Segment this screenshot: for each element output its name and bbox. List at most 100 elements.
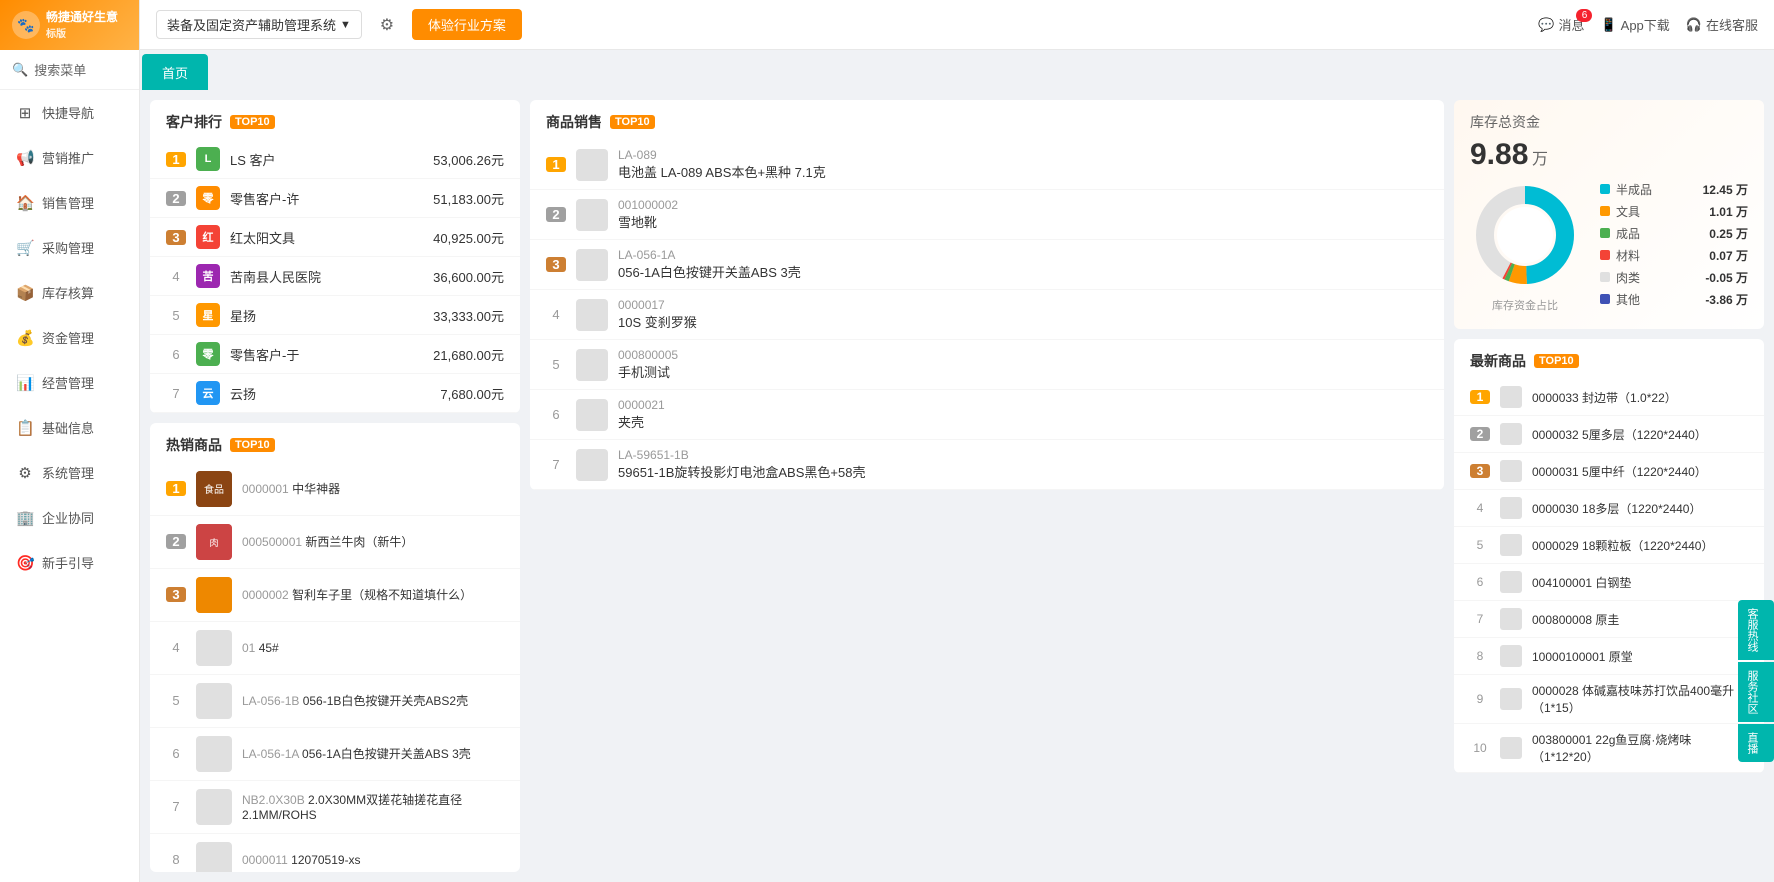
inventory-card: 库存总资金 9.88 万: [1454, 100, 1764, 329]
hot-products-list: 1 食品 0000001 中华神器 2 肉 000500001 新西兰牛肉（新牛…: [150, 463, 520, 872]
hot-rank-5: 5: [166, 693, 186, 708]
latest-product-item-1: 1 0000033 封边带（1.0*22）: [1454, 379, 1764, 416]
sidebar-item-guide[interactable]: 🎯 新手引导: [0, 540, 139, 585]
float-buttons: 客服热线 服务社区 直播: [1738, 600, 1774, 762]
rank-num-1: 1: [166, 152, 186, 167]
customer-name-5: 星扬: [230, 306, 423, 325]
customer-rank-item: 3 红 红太阳文具 40,925.00元: [150, 218, 520, 257]
legend-dot-6: [1600, 294, 1610, 304]
hot-product-code-7: NB2.0X30B 2.0X30MM双搓花轴搓花直径2.1MM/ROHS: [242, 791, 504, 822]
hot-product-img-2: 肉: [196, 524, 232, 560]
hot-product-img-5: [196, 683, 232, 719]
legend-val-6: -3.86 万: [1705, 291, 1748, 308]
latest-product-icon-6: [1500, 571, 1522, 593]
latest-product-text-4: 0000030 18多层（1220*2440）: [1532, 500, 1748, 517]
latest-product-icon-10: [1500, 737, 1522, 759]
system-title-text: 装备及固定资产辅助管理系统: [167, 15, 336, 34]
latest-rank-6: 6: [1470, 575, 1490, 589]
hot-product-code-8: 0000011 12070519-xs: [242, 853, 504, 867]
latest-product-text-5: 0000029 18颗粒板（1220*2440）: [1532, 537, 1748, 554]
customer-rank-item: 6 零 零售客户-于 21,680.00元: [150, 335, 520, 374]
product-name-1: 电池盖 LA-089 ABS本色+黑种 7.1克: [618, 162, 1428, 181]
latest-rank-8: 8: [1470, 649, 1490, 663]
system-title-dropdown[interactable]: 装备及固定资产辅助管理系统 ▼: [156, 10, 362, 39]
product-code-5: 000800005: [618, 348, 1428, 362]
sidebar-item-finance[interactable]: 💰 资金管理: [0, 315, 139, 360]
message-action[interactable]: 💬 消息 6: [1538, 15, 1584, 34]
sidebar-item-base-info[interactable]: 📋 基础信息: [0, 405, 139, 450]
app-download-label: App下载: [1621, 15, 1670, 34]
rank-num-5: 5: [166, 308, 186, 323]
enterprise-icon: 🏢: [16, 509, 34, 527]
product-img-7: [576, 449, 608, 481]
settings-gear-button[interactable]: ⚙: [372, 10, 402, 40]
product-sales-title: 商品销售: [546, 112, 602, 132]
sidebar-item-marketing-label: 营销推广: [42, 148, 94, 167]
latest-rank-9: 9: [1470, 692, 1490, 706]
latest-product-item-3: 3 0000031 5厘中纤（1220*2440）: [1454, 453, 1764, 490]
latest-rank-2: 2: [1470, 427, 1490, 441]
latest-rank-10: 10: [1470, 741, 1490, 755]
logo-name: 畅捷通好生意: [46, 10, 118, 26]
product-info-6: 0000021 夹壳: [618, 398, 1428, 431]
legend-dot-5: [1600, 272, 1610, 282]
latest-product-icon-4: [1500, 497, 1522, 519]
customer-ranking-header: 客户排行 TOP10: [150, 100, 520, 140]
latest-products-header: 最新商品 TOP10: [1454, 339, 1764, 379]
sidebar-item-operation[interactable]: 📊 经营管理: [0, 360, 139, 405]
logo-sub: 标版: [46, 25, 118, 40]
product-rank-4: 4: [546, 307, 566, 322]
legend-item-1: 半成品 12.45 万: [1600, 181, 1748, 198]
latest-product-text-6: 004100001 白钢垫: [1532, 574, 1748, 591]
rank-num-2: 2: [166, 191, 186, 206]
sidebar-item-sales[interactable]: 🏠 销售管理: [0, 180, 139, 225]
hot-product-item-1: 1 食品 0000001 中华神器: [150, 463, 520, 516]
trial-button[interactable]: 体验行业方案: [412, 9, 522, 40]
search-menu-label: 搜索菜单: [34, 60, 86, 79]
sidebar-item-purchase[interactable]: 🛒 采购管理: [0, 225, 139, 270]
hot-product-img-1: 食品: [196, 471, 232, 507]
product-rank-item-5: 5 000800005 手机测试: [530, 340, 1444, 390]
inventory-icon: 📦: [16, 284, 34, 302]
float-btn-service[interactable]: 客服热线: [1738, 600, 1774, 660]
hot-product-img-7: [196, 789, 232, 825]
latest-products-title: 最新商品: [1470, 351, 1526, 371]
sidebar-item-base-info-label: 基础信息: [42, 418, 94, 437]
tab-home[interactable]: 首页: [142, 54, 208, 90]
customer-amount-6: 21,680.00元: [433, 345, 504, 364]
product-sales-list: 1 LA-089 电池盖 LA-089 ABS本色+黑种 7.1克 2 0010…: [530, 140, 1444, 490]
product-info-1: LA-089 电池盖 LA-089 ABS本色+黑种 7.1克: [618, 148, 1428, 181]
logo-icon: 🐾: [12, 11, 40, 39]
customer-avatar-3: 红: [196, 225, 220, 249]
legend-val-5: -0.05 万: [1705, 269, 1748, 286]
latest-rank-3: 3: [1470, 464, 1490, 478]
search-menu[interactable]: 🔍 搜索菜单: [0, 50, 139, 90]
quick-nav-icon: ⊞: [16, 104, 34, 122]
customer-name-2: 零售客户-许: [230, 189, 423, 208]
left-panel: 客户排行 TOP10 1 L LS 客户 53,006.26元 2 零 零售客户…: [150, 100, 520, 872]
sidebar-item-marketing[interactable]: 📢 营销推广: [0, 135, 139, 180]
product-rank-5: 5: [546, 357, 566, 372]
hot-product-item-6: 6 LA-056-1A 056-1A白色按键开关盖ABS 3壳: [150, 728, 520, 781]
legend-item-2: 文具 1.01 万: [1600, 203, 1748, 220]
float-btn-live[interactable]: 直播: [1738, 724, 1774, 762]
page-tabs: 首页: [140, 50, 1774, 90]
product-img-2: [576, 199, 608, 231]
float-btn-community[interactable]: 服务社区: [1738, 662, 1774, 722]
sidebar-item-purchase-label: 采购管理: [42, 238, 94, 257]
sidebar-item-quick-nav-label: 快捷导航: [42, 103, 94, 122]
hot-product-item-5: 5 LA-056-1B 056-1B白色按键开关壳ABS2壳: [150, 675, 520, 728]
online-service-action[interactable]: 🎧 在线客服: [1686, 15, 1758, 34]
sidebar-item-quick-nav[interactable]: ⊞ 快捷导航: [0, 90, 139, 135]
sidebar-item-sys-mgmt[interactable]: ⚙ 系统管理: [0, 450, 139, 495]
latest-rank-5: 5: [1470, 538, 1490, 552]
sidebar-item-enterprise[interactable]: 🏢 企业协同: [0, 495, 139, 540]
phone-icon: 📱: [1600, 17, 1616, 33]
latest-product-item-4: 4 0000030 18多层（1220*2440）: [1454, 490, 1764, 527]
customer-ranking-card: 客户排行 TOP10 1 L LS 客户 53,006.26元 2 零 零售客户…: [150, 100, 520, 413]
app-download-action[interactable]: 📱 App下载: [1600, 15, 1669, 34]
customer-name-6: 零售客户-于: [230, 345, 423, 364]
latest-product-item-2: 2 0000032 5厘多层（1220*2440）: [1454, 416, 1764, 453]
sidebar-item-inventory[interactable]: 📦 库存核算: [0, 270, 139, 315]
product-rank-item-2: 2 001000002 雪地靴: [530, 190, 1444, 240]
